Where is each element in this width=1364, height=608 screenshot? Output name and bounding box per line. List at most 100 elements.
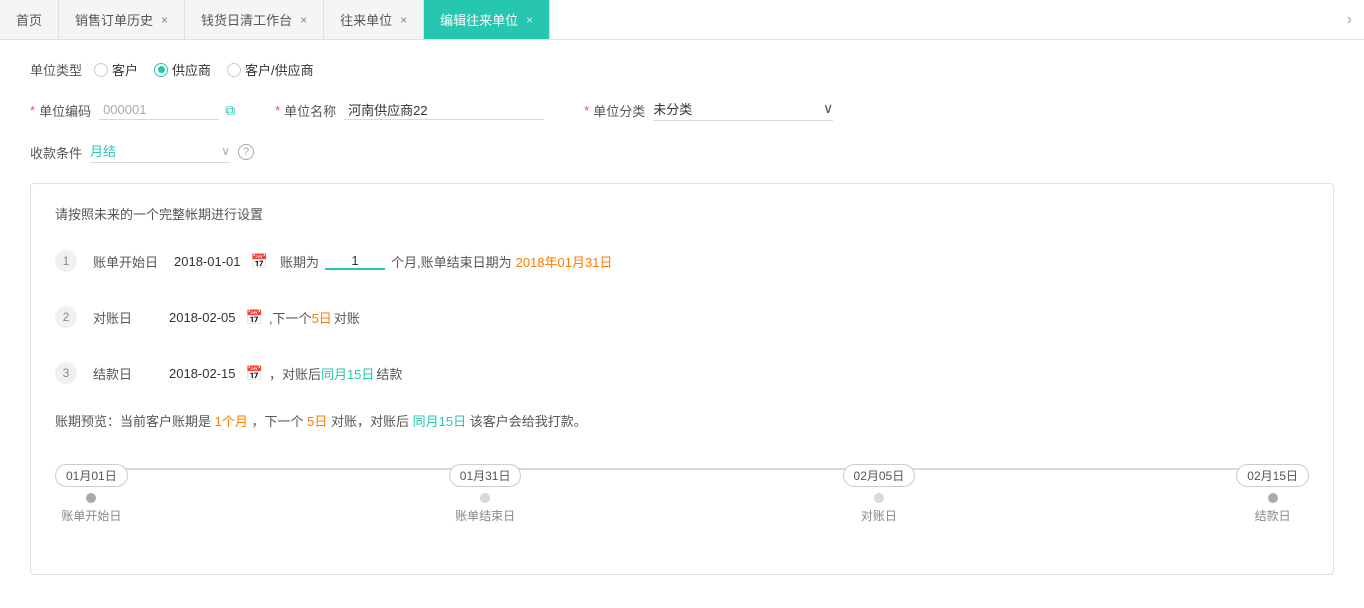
close-tab-partner-units-icon[interactable]: × <box>400 13 407 27</box>
step-3-desc-prefix: ，对账后 <box>269 364 321 383</box>
timeline-badge-1: 01月31日 <box>449 464 522 487</box>
preview-prefix: 账期预览：当前客户账期是 <box>55 414 211 429</box>
step-3-calendar-icon[interactable]: 📅 <box>246 365 263 382</box>
close-tab-edit-partner-unit-icon[interactable]: × <box>526 13 533 27</box>
unit-type-radio-group: 客户 供应商 客户/供应商 <box>94 60 314 79</box>
timeline-label-2: 对账日 <box>861 507 897 524</box>
unit-type-group: 单位类型 客户 供应商 客户/供应商 <box>30 60 314 79</box>
payment-terms-row: 收款条件 月结 ∨ ? <box>30 141 1334 163</box>
payment-terms-help-icon[interactable]: ? <box>238 144 254 160</box>
tab-partner-units[interactable]: 往来单位 × <box>324 0 424 39</box>
timeline: 01月01日 账单开始日 01月31日 账单结束日 02月05日 对账日 02月… <box>55 454 1309 554</box>
payment-terms-dropdown[interactable]: 月结 ∨ <box>90 141 230 163</box>
step-3-label: 结款日 <box>93 364 153 383</box>
step-1-period-suffix: 个月,账单结束日期为 <box>391 252 512 271</box>
timeline-label-0: 账单开始日 <box>61 507 121 524</box>
radio-customer-circle <box>94 63 108 77</box>
timeline-badge-0: 01月01日 <box>55 464 128 487</box>
unit-code-input[interactable] <box>99 100 219 120</box>
step-2-row: 2 对账日 2018-02-05 📅 ,下一个 5日 对账 <box>55 299 1309 335</box>
tab-sales-order-history[interactable]: 销售订单历史 × <box>59 0 185 39</box>
timeline-dot-0 <box>86 493 96 503</box>
unit-type-label: 单位类型 <box>30 60 82 79</box>
preview-part2: 5日 <box>307 414 327 429</box>
timeline-dot-2 <box>874 493 884 503</box>
step-1-calendar-icon[interactable]: 📅 <box>251 253 268 270</box>
unit-code-copy-icon[interactable]: ⧉ <box>225 102 235 119</box>
close-tab-sales-order-history-icon[interactable]: × <box>161 13 168 27</box>
tab-sales-order-history-label: 销售订单历史 <box>75 10 153 29</box>
step-1-date: 2018-01-01 <box>174 254 241 269</box>
preview-part1: 1个月 <box>215 414 248 429</box>
step-3-number: 3 <box>55 362 77 384</box>
preview-mid2: 对账，对账后 <box>331 414 409 429</box>
step-2-desc-suffix: 对账 <box>334 308 360 327</box>
timeline-badge-3: 02月15日 <box>1236 464 1309 487</box>
radio-supplier-label: 供应商 <box>172 60 211 79</box>
unit-name-required-star: * <box>275 103 280 118</box>
main-content: 单位类型 客户 供应商 客户/供应商 * 单位编码 <box>0 40 1364 608</box>
preview-part3: 同月15日 <box>413 414 466 429</box>
unit-name-label: 单位名称 <box>284 101 336 120</box>
timeline-dot-3 <box>1268 493 1278 503</box>
step-2-label: 对账日 <box>93 308 153 327</box>
step-2-number: 2 <box>55 306 77 328</box>
step-3-desc-highlight: 同月15日 <box>321 364 374 383</box>
timeline-point-1: 01月31日 账单结束日 <box>449 464 522 524</box>
unit-info-row: * 单位编码 ⧉ * 单位名称 * 单位分类 未分类 ∨ <box>30 99 1334 121</box>
unit-code-group: * 单位编码 ⧉ <box>30 100 235 120</box>
radio-customer-label: 客户 <box>112 60 138 79</box>
preview-text: 账期预览：当前客户账期是 1个月 ，下一个 5日 对账，对账后 同月15日 该客… <box>55 411 1309 430</box>
unit-name-input[interactable] <box>344 100 544 120</box>
payment-terms-arrow-icon: ∨ <box>221 144 230 158</box>
step-2-desc-highlight: 5日 <box>312 308 332 327</box>
payment-terms-value: 月结 <box>90 141 217 160</box>
step-1-number: 1 <box>55 250 77 272</box>
unit-classify-value: 未分类 <box>653 99 817 118</box>
tab-bar: 首页 销售订单历史 × 钱货日清工作台 × 往来单位 × 编辑往来单位 × › <box>0 0 1364 40</box>
radio-both[interactable]: 客户/供应商 <box>227 60 314 79</box>
step-1-row: 1 账单开始日 2018-01-01 📅 账期为 个月,账单结束日期为 2018… <box>55 243 1309 279</box>
tab-more-button[interactable]: › <box>1335 0 1364 39</box>
step-2-date: 2018-02-05 <box>169 310 236 325</box>
tab-cash-reconciliation[interactable]: 钱货日清工作台 × <box>185 0 324 39</box>
step-1-period-prefix: 账期为 <box>280 252 319 271</box>
unit-classify-label: 单位分类 <box>593 101 645 120</box>
preview-mid1: ，下一个 <box>252 414 304 429</box>
unit-code-label: 单位编码 <box>39 101 91 120</box>
tab-partner-units-label: 往来单位 <box>340 10 392 29</box>
unit-classify-dropdown[interactable]: 未分类 ∨ <box>653 99 833 121</box>
timeline-dot-1 <box>480 493 490 503</box>
step-2-desc-prefix: ,下一个 <box>269 308 312 327</box>
radio-customer[interactable]: 客户 <box>94 60 138 79</box>
timeline-point-3: 02月15日 结款日 <box>1236 464 1309 524</box>
payment-terms-label: 收款条件 <box>30 143 82 162</box>
step-1-label: 账单开始日 <box>93 252 158 271</box>
timeline-label-1: 账单结束日 <box>455 507 515 524</box>
unit-classify-group: * 单位分类 未分类 ∨ <box>584 99 833 121</box>
radio-both-label: 客户/供应商 <box>245 60 314 79</box>
radio-supplier-circle <box>154 63 168 77</box>
step-3-date: 2018-02-15 <box>169 366 236 381</box>
tab-edit-partner-unit-label: 编辑往来单位 <box>440 10 518 29</box>
radio-supplier[interactable]: 供应商 <box>154 60 211 79</box>
tab-edit-partner-unit[interactable]: 编辑往来单位 × <box>424 0 550 39</box>
step-3-row: 3 结款日 2018-02-15 📅 ，对账后 同月15日 结款 <box>55 355 1309 391</box>
unit-code-required-star: * <box>30 103 35 118</box>
timeline-point-0: 01月01日 账单开始日 <box>55 464 128 524</box>
tab-cash-reconciliation-label: 钱货日清工作台 <box>201 10 292 29</box>
radio-both-circle <box>227 63 241 77</box>
tab-home-label: 首页 <box>16 10 42 29</box>
timeline-point-2: 02月05日 对账日 <box>843 464 916 524</box>
unit-classify-arrow-icon: ∨ <box>823 100 833 117</box>
step-2-calendar-icon[interactable]: 📅 <box>246 309 263 326</box>
payment-terms-group: 收款条件 月结 ∨ ? <box>30 141 254 163</box>
close-tab-cash-reconciliation-icon[interactable]: × <box>300 13 307 27</box>
period-settings-section: 请按照未来的一个完整帐期进行设置 1 账单开始日 2018-01-01 📅 账期… <box>30 183 1334 575</box>
step-3-desc-suffix: 结款 <box>376 364 402 383</box>
timeline-points: 01月01日 账单开始日 01月31日 账单结束日 02月05日 对账日 02月… <box>55 464 1309 524</box>
step-1-period-end-date: 2018年01月31日 <box>516 252 613 271</box>
tab-home[interactable]: 首页 <box>0 0 59 39</box>
unit-type-row: 单位类型 客户 供应商 客户/供应商 <box>30 60 1334 79</box>
period-value-input[interactable] <box>325 253 385 270</box>
